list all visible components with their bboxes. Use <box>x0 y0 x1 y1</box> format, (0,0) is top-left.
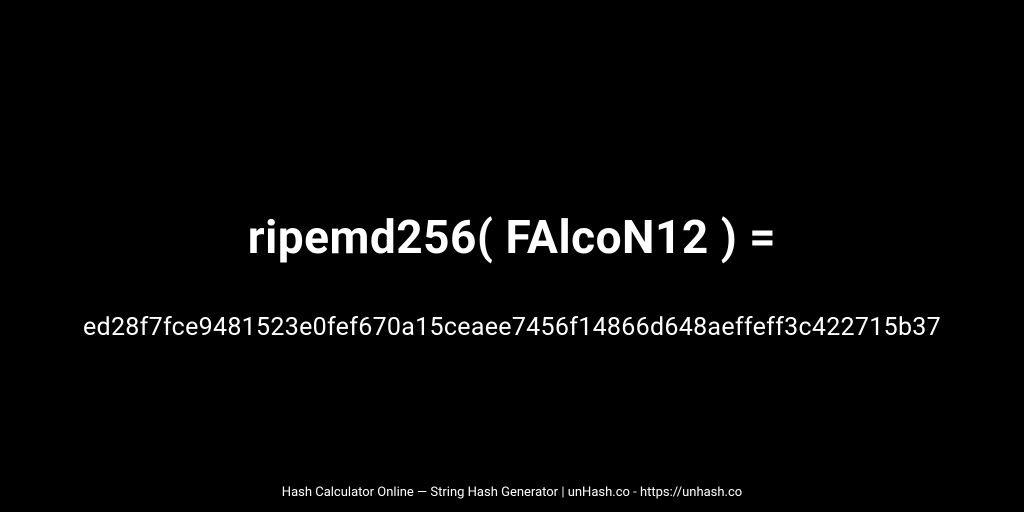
hash-output-value: ed28f7fce9481523e0fef670a15ceaee7456f148… <box>83 313 941 342</box>
hash-expression-heading: ripemd256( FAlcoN12 ) = <box>248 211 776 265</box>
footer-attribution: Hash Calculator Online — String Hash Gen… <box>0 485 1024 500</box>
main-content: ripemd256( FAlcoN12 ) = ed28f7fce9481523… <box>83 0 941 512</box>
